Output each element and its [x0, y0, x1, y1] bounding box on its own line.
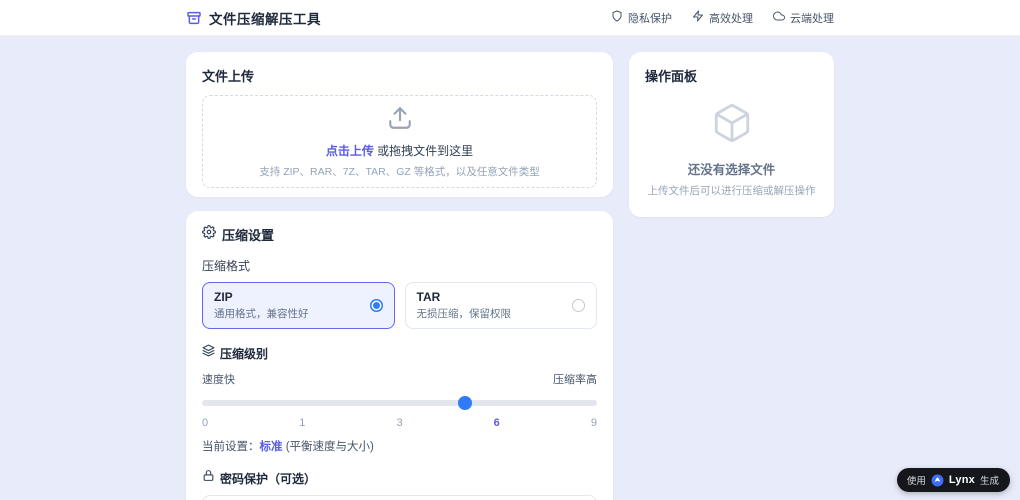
- current-setting-prefix: 当前设置：: [202, 441, 260, 453]
- shield-icon: [611, 10, 623, 25]
- file-dropzone[interactable]: 点击上传 或拖拽文件到这里 支持 ZIP、RAR、7Z、TAR、GZ 等格式，以…: [202, 95, 597, 188]
- format-option-tar[interactable]: TAR 无损压缩，保留权限: [404, 282, 597, 329]
- panel-title: 操作面板: [645, 69, 698, 84]
- slider-right-label: 压缩率高: [553, 374, 597, 386]
- password-label: 密码保护（可选）: [220, 471, 317, 486]
- upload-cta-suffix: 或拖拽文件到这里: [373, 143, 474, 158]
- app-header: 文件压缩解压工具 隐私保护 高效处理 云端处理: [0, 0, 1020, 36]
- panel-empty-state: 还没有选择文件 上传文件后可以进行压缩或解压操作: [645, 102, 818, 198]
- slider-left-label: 速度快: [202, 374, 235, 386]
- empty-state-title: 还没有选择文件: [687, 163, 776, 177]
- tick-1: 1: [299, 417, 306, 429]
- app-title: 文件压缩解压工具: [209, 11, 321, 27]
- nav-label: 隐私保护: [628, 12, 672, 25]
- format-options: ZIP 通用格式，兼容性好 TAR 无损压缩，保留权限: [202, 282, 597, 329]
- radio-checked-icon[interactable]: [369, 299, 383, 312]
- lynx-logo-icon: [931, 474, 944, 487]
- current-setting-suffix: (平衡速度与大小): [282, 441, 374, 453]
- nav-label: 高效处理: [709, 12, 753, 25]
- archive-logo-icon: [186, 10, 202, 26]
- nav-label: 云端处理: [790, 12, 834, 25]
- package-icon: [711, 102, 753, 149]
- settings-title: 压缩设置: [222, 228, 275, 243]
- slider-track[interactable]: [202, 400, 597, 406]
- cloud-icon: [773, 10, 785, 25]
- slider-thumb[interactable]: [457, 396, 472, 410]
- compression-settings-card: 压缩设置 压缩格式 ZIP 通用格式，兼容性好 TAR 无损压缩，保留权限 压缩…: [186, 211, 613, 500]
- password-input[interactable]: [202, 495, 597, 500]
- app-brand: 文件压缩解压工具: [186, 8, 321, 28]
- tick-3: 3: [396, 417, 403, 429]
- upload-format-hint: 支持 ZIP、RAR、7Z、TAR、GZ 等格式，以及任意文件类型: [259, 165, 540, 178]
- tick-6-active: 6: [493, 417, 500, 429]
- slider-ticks: 0 1 3 6 9: [202, 417, 597, 429]
- format-option-zip[interactable]: ZIP 通用格式，兼容性好: [202, 282, 395, 329]
- password-section: 密码保护（可选） 为压缩文件设置密码，提高安全性: [202, 469, 597, 500]
- compression-level-slider[interactable]: [202, 396, 597, 410]
- level-label: 压缩级别: [220, 346, 269, 361]
- nav-item-privacy: 隐私保护: [611, 10, 672, 26]
- format-name: TAR: [416, 290, 441, 304]
- layers-icon: [202, 344, 215, 362]
- current-setting-line: 当前设置：标准 (平衡速度与大小): [202, 438, 597, 454]
- main-content: 文件上传 点击上传 或拖拽文件到这里 支持 ZIP、RAR、7Z、TAR、GZ …: [0, 36, 1020, 500]
- current-setting-value: 标准: [259, 441, 283, 453]
- gear-icon: [202, 225, 216, 244]
- tick-0: 0: [202, 417, 209, 429]
- empty-state-hint: 上传文件后可以进行压缩或解压操作: [647, 185, 816, 197]
- badge-brand: Lynx: [948, 474, 975, 486]
- upload-icon: [387, 105, 413, 136]
- zap-icon: [692, 10, 704, 25]
- nav-item-cloud: 云端处理: [773, 10, 834, 26]
- header-nav: 隐私保护 高效处理 云端处理: [611, 10, 834, 26]
- badge-suffix: 生成: [979, 476, 999, 487]
- operation-panel-card: 操作面板 还没有选择文件 上传文件后可以进行压缩或解压操作: [629, 52, 834, 217]
- compression-level-section: 压缩级别 速度快 压缩率高 0 1 3 6 9 当前设置：标准 (平衡速度与大小…: [202, 344, 597, 454]
- radio-unchecked-icon[interactable]: [572, 299, 585, 312]
- upload-cta-line: 点击上传 或拖拽文件到这里: [326, 142, 473, 159]
- format-label: 压缩格式: [202, 259, 251, 273]
- upload-cta-link[interactable]: 点击上传: [326, 144, 374, 158]
- format-desc: 通用格式，兼容性好: [214, 308, 309, 320]
- format-desc: 无损压缩，保留权限: [416, 308, 512, 320]
- made-with-lynx-badge[interactable]: 使用 Lynx 生成: [896, 468, 1010, 492]
- upload-card: 文件上传 点击上传 或拖拽文件到这里 支持 ZIP、RAR、7Z、TAR、GZ …: [186, 52, 613, 197]
- badge-prefix: 使用: [906, 476, 926, 487]
- tick-9: 9: [590, 417, 597, 429]
- upload-card-title: 文件上传: [202, 69, 255, 84]
- format-name: ZIP: [214, 290, 233, 304]
- lock-icon: [202, 469, 215, 487]
- nav-item-speed: 高效处理: [692, 10, 753, 26]
